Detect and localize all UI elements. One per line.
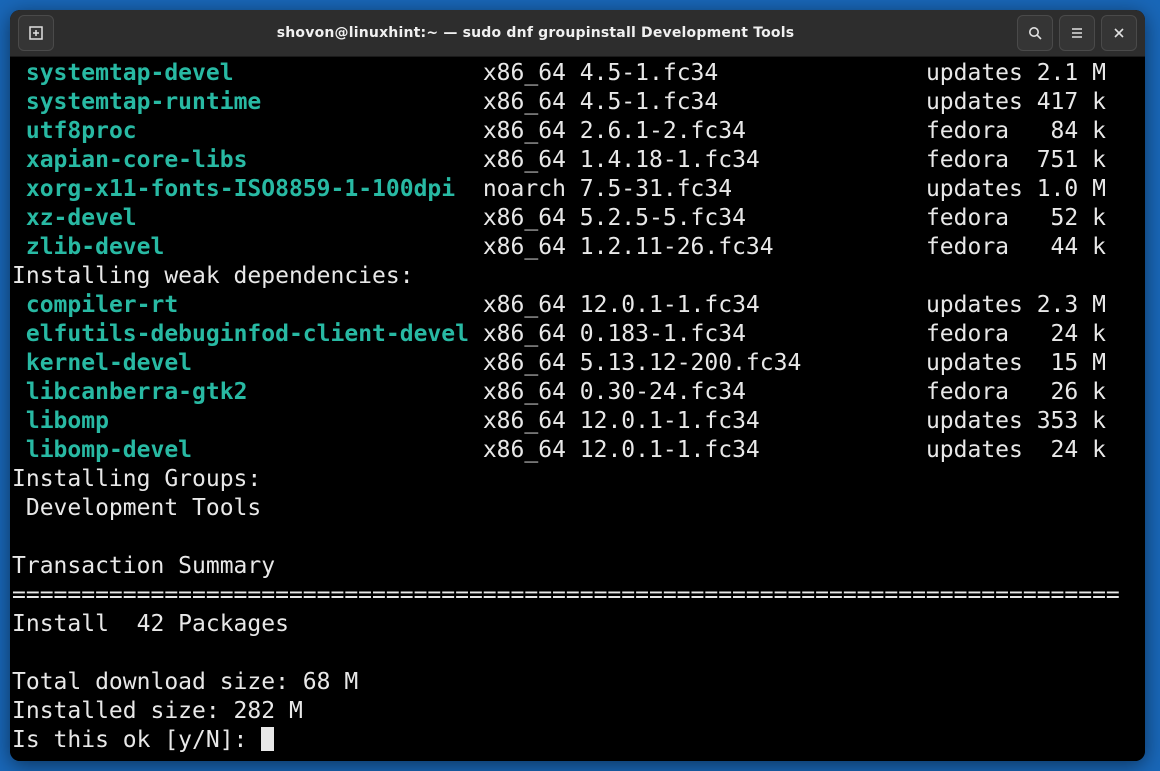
search-button[interactable] xyxy=(1017,15,1053,51)
new-tab-button[interactable] xyxy=(18,15,54,51)
new-tab-icon xyxy=(28,25,44,41)
hamburger-icon xyxy=(1069,25,1085,41)
menu-button[interactable] xyxy=(1059,15,1095,51)
window-title: shovon@linuxhint:~ — sudo dnf groupinsta… xyxy=(60,25,1011,41)
search-icon xyxy=(1027,25,1043,41)
terminal-window: shovon@linuxhint:~ — sudo dnf groupinsta… xyxy=(10,10,1145,761)
terminal-viewport[interactable]: systemtap-devel x86_64 4.5-1.fc34 update… xyxy=(10,57,1145,761)
close-icon xyxy=(1111,25,1127,41)
titlebar: shovon@linuxhint:~ — sudo dnf groupinsta… xyxy=(10,10,1145,57)
close-button[interactable] xyxy=(1101,15,1137,51)
terminal-output: systemtap-devel x86_64 4.5-1.fc34 update… xyxy=(12,59,1143,755)
